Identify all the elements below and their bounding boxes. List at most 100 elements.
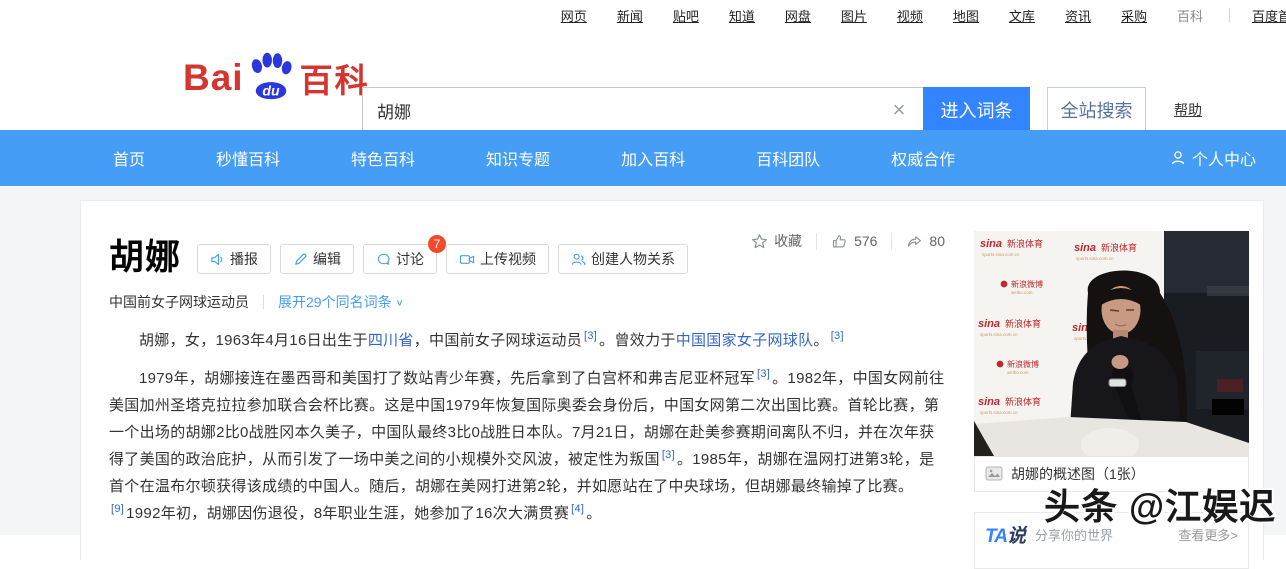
topbar-link[interactable]: 网页	[561, 6, 587, 25]
baike-logo[interactable]: Bai du 百科	[183, 52, 370, 104]
discuss-badge: 7	[428, 235, 446, 253]
person-icon	[1170, 150, 1186, 166]
topbar-divider	[1229, 8, 1230, 22]
entry-title: 胡娜	[109, 237, 181, 279]
edit-label: 编辑	[313, 249, 341, 269]
topbar-link[interactable]: 视频	[897, 6, 923, 25]
logo-du-text: du	[262, 82, 280, 98]
video-camera-icon	[459, 252, 475, 267]
edit-button[interactable]: 编辑	[280, 244, 354, 274]
nav-item[interactable]: 特色百科	[351, 146, 415, 170]
user-center[interactable]: 个人中心	[1170, 146, 1256, 170]
user-center-label: 个人中心	[1192, 146, 1256, 170]
entry-body: 胡娜，女，1963年4月16日出生于四川省，中国前女子网球运动员[3]。曾效力于…	[109, 327, 949, 527]
reference-link[interactable]: [4]	[569, 503, 586, 515]
topbar-link[interactable]: 贴吧	[673, 6, 699, 25]
topbar-link[interactable]: 新闻	[617, 6, 643, 25]
expand-synonyms-label: 展开29个同名词条	[278, 292, 392, 312]
inline-link[interactable]: 四川省	[368, 332, 414, 349]
svg-text:新浪体育: 新浪体育	[1005, 396, 1041, 407]
picture-icon	[985, 466, 1003, 482]
nav-item[interactable]: 知识专题	[486, 146, 550, 170]
svg-text:weibo.com: weibo.com	[1011, 290, 1033, 295]
entry-subtitle: 中国前女子网球运动员	[109, 292, 249, 312]
topbar-link[interactable]: 网盘	[785, 6, 811, 25]
nav-item[interactable]: 权威合作	[891, 146, 955, 170]
topbar-link[interactable]: 文库	[1009, 6, 1035, 25]
section-nav: 首页 秒懂百科 特色百科 知识专题 加入百科 百科团队 权威合作 个人中心	[0, 130, 1286, 186]
broadcast-button[interactable]: 播报	[197, 244, 271, 274]
tashuo-module: TA说 分享你的世界 查看更多>	[974, 512, 1249, 569]
create-relation-label: 创建人物关系	[591, 249, 675, 269]
broadcast-label: 播报	[230, 249, 258, 269]
topbar-link[interactable]: 图片	[841, 6, 867, 25]
svg-text:新浪体育: 新浪体育	[1007, 238, 1043, 249]
speaker-icon	[210, 252, 225, 267]
baidu-paw-icon: du	[245, 52, 297, 104]
subtitle-row: 中国前女子网球运动员 展开29个同名词条 ∨	[109, 292, 949, 312]
topbar-link[interactable]: 知道	[729, 6, 755, 25]
upload-video-label: 上传视频	[480, 249, 536, 269]
svg-text:sports.sina.com.cn: sports.sina.com.cn	[980, 332, 1018, 337]
title-row: 胡娜 播报 编辑	[109, 237, 949, 279]
enter-entry-button[interactable]: 进入词条	[923, 87, 1030, 133]
nav-items: 首页 秒懂百科 特色百科 知识专题 加入百科 百科团队 权威合作	[113, 146, 955, 170]
chevron-down-icon: ∨	[396, 297, 404, 307]
svg-text:sports.sina.com.cn: sports.sina.com.cn	[1076, 256, 1114, 261]
svg-text:sina: sina	[978, 396, 1000, 408]
expand-synonyms-link[interactable]: 展开29个同名词条 ∨	[278, 292, 404, 312]
overview-caption-label: 胡娜的概述图（1张）	[1011, 464, 1145, 484]
svg-text:新浪体育: 新浪体育	[1005, 318, 1041, 329]
search-box: ×	[362, 87, 923, 133]
svg-text:sports.sina.com.cn: sports.sina.com.cn	[980, 410, 1018, 415]
nav-item[interactable]: 加入百科	[621, 146, 685, 170]
paragraph: 1979年，胡娜接连在墨西哥和美国打了数站青少年赛，先后拿到了白宫杯和弗吉尼亚杯…	[109, 365, 949, 527]
nav-item[interactable]: 百科团队	[756, 146, 820, 170]
search-row: × 进入词条 全站搜索 帮助	[362, 87, 1202, 133]
overview-caption[interactable]: 胡娜的概述图（1张）	[974, 456, 1249, 492]
svg-text:新浪微博: 新浪微博	[1007, 359, 1039, 369]
discuss-label: 讨论	[396, 249, 424, 269]
search-input[interactable]	[362, 87, 923, 133]
logo-bai-text: Bai	[183, 57, 244, 99]
topbar-link[interactable]: 地图	[953, 6, 979, 25]
clear-search-icon[interactable]: ×	[887, 98, 911, 122]
topbar-home-link[interactable]: 百度首页	[1252, 6, 1286, 25]
help-link[interactable]: 帮助	[1174, 100, 1202, 120]
nav-item[interactable]: 首页	[113, 146, 145, 170]
topbar-current-baike: 百科	[1177, 6, 1203, 25]
overview-photo[interactable]: sina 新浪体育 sports.sina.com.cn sina 新浪体育 sport…	[974, 231, 1249, 456]
svg-text:weibo.com: weibo.com	[1007, 370, 1029, 375]
svg-text:新浪微博: 新浪微博	[1011, 279, 1043, 289]
topbar-link[interactable]: 采购	[1121, 6, 1147, 25]
reference-link[interactable]: [3]	[660, 449, 677, 461]
svg-text:新浪体育: 新浪体育	[1101, 242, 1137, 253]
entry-actions: 播报 编辑 讨论 7	[197, 244, 688, 274]
svg-text:sports.sina.com.cn: sports.sina.com.cn	[982, 252, 1020, 257]
svg-text:sina: sina	[980, 238, 1002, 250]
inline-link[interactable]: 中国国家女子网球队	[676, 332, 814, 349]
upload-video-button[interactable]: 上传视频	[446, 244, 549, 274]
create-relation-button[interactable]: 创建人物关系	[558, 244, 688, 274]
header: Bai du 百科 × 进入词条 全站搜索 帮助	[0, 30, 1286, 130]
reference-link[interactable]: [3]	[755, 368, 772, 380]
top-services-bar: 网页 新闻 贴吧 知道 网盘 图片 视频 地图 文库 资讯 采购 百科 百度首页	[0, 0, 1286, 30]
topbar-links: 网页 新闻 贴吧 知道 网盘 图片 视频 地图 文库 资讯 采购	[561, 6, 1147, 25]
reference-link[interactable]: [3]	[582, 330, 599, 342]
nav-item[interactable]: 秒懂百科	[216, 146, 280, 170]
reference-link[interactable]: [9]	[109, 503, 126, 515]
discuss-button[interactable]: 讨论 7	[363, 244, 437, 274]
main-column: 胡娜 播报 编辑	[109, 237, 949, 538]
entry-card: 收藏 576 80 胡娜 播报	[80, 200, 1264, 560]
reference-link[interactable]: [3]	[829, 330, 846, 342]
chat-bubble-icon	[376, 252, 391, 267]
svg-text:sina: sina	[978, 318, 1000, 330]
site-search-button[interactable]: 全站搜索	[1047, 87, 1146, 133]
pencil-icon	[293, 252, 308, 267]
topbar-link[interactable]: 资讯	[1065, 6, 1091, 25]
subtitle-divider	[263, 295, 264, 309]
people-relation-icon	[571, 252, 586, 267]
svg-text:sina: sina	[1074, 242, 1096, 254]
paragraph: 胡娜，女，1963年4月16日出生于四川省，中国前女子网球运动员[3]。曾效力于…	[109, 327, 949, 354]
sidebar: sina 新浪体育 sports.sina.com.cn sina 新浪体育 sport…	[974, 231, 1249, 569]
